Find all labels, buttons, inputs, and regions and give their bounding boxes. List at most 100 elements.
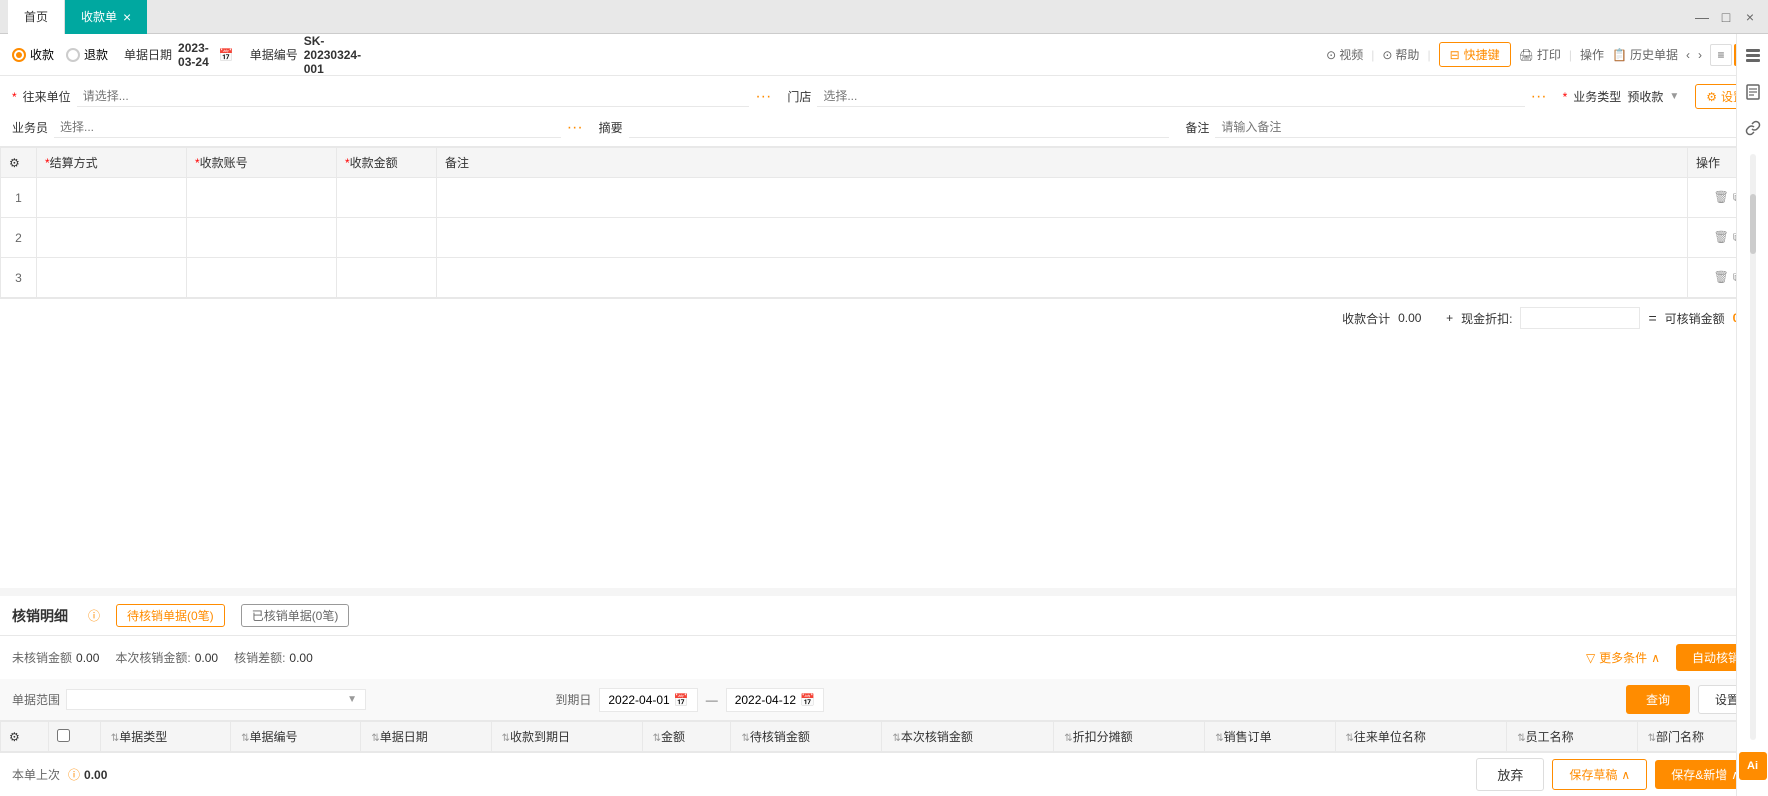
row-num: 3 <box>1 258 37 298</box>
sort-icon: ⇅ <box>1215 733 1223 744</box>
account-cell[interactable] <box>187 258 337 298</box>
staff-more-btn[interactable]: ··· <box>567 119 583 137</box>
store-label: 门店 <box>787 88 811 105</box>
remark-cell[interactable] <box>437 178 1688 218</box>
verification-title: 核销明细 <box>12 606 68 626</box>
current-label: 本次核销金额: <box>115 649 190 666</box>
tab-receipt[interactable]: 收款单 × <box>65 0 147 34</box>
remark-cell[interactable] <box>437 258 1688 298</box>
operate-btn[interactable]: 操作 <box>1580 46 1604 63</box>
range-select[interactable]: ▼ <box>66 689 366 710</box>
discard-btn[interactable]: 放弃 <box>1476 758 1544 791</box>
staff-input[interactable] <box>54 117 561 138</box>
video-icon: ⊙ <box>1326 48 1336 62</box>
settlement-cell[interactable] <box>37 218 187 258</box>
remark-cell[interactable] <box>437 218 1688 258</box>
store-more-btn[interactable]: ··· <box>1531 88 1547 106</box>
col-settings-header[interactable]: ⚙ <box>1 148 37 178</box>
tab-bar: 首页 收款单 × — □ × <box>0 0 1768 34</box>
settlement-cell[interactable] <box>37 258 187 298</box>
main-content: 收款 退款 单据日期 2023-03-24 📅 单据编号 SK-20230324… <box>0 34 1768 796</box>
sidebar-link-icon[interactable] <box>1739 114 1767 142</box>
table-row: 1 🗑 ⧉ <box>1 178 1768 218</box>
print-label: 打印 <box>1537 46 1561 63</box>
filter-icon: ▽ <box>1586 651 1595 665</box>
sidebar-table-icon[interactable] <box>1739 42 1767 70</box>
save-new-label: 保存&新增 <box>1671 766 1727 783</box>
amount-cell[interactable] <box>337 178 437 218</box>
history-btn[interactable]: 📋 历史单据 <box>1612 46 1678 63</box>
right-sidebar: Ai <box>1736 34 1768 796</box>
form-row-1: * 往来单位 ··· 门店 ··· * 业务类型 预收款 ▼ ⚙ 设置 <box>12 84 1756 109</box>
results-col-settings-header[interactable]: ⚙ <box>1 722 49 752</box>
store-input[interactable] <box>817 86 1524 107</box>
summary-label: 摘要 <box>599 119 623 136</box>
receipt-type-group: 收款 退款 <box>12 46 108 63</box>
account-cell[interactable] <box>187 218 337 258</box>
shortcut-btn[interactable]: ⊟ 快捷键 <box>1439 42 1511 67</box>
sort-icon: ⇅ <box>371 733 379 744</box>
sort-icon: ⇅ <box>892 733 900 744</box>
business-label: 业务类型 <box>1573 88 1621 105</box>
more-conditions-btn[interactable]: ▽ 更多条件 ∧ <box>1586 649 1660 666</box>
video-label: 视频 <box>1339 46 1363 63</box>
calendar-icon[interactable]: 📅 <box>219 48 234 62</box>
select-all-checkbox[interactable] <box>57 729 70 742</box>
staff-field: 业务员 ··· <box>12 117 583 138</box>
note-input[interactable] <box>1215 117 1756 138</box>
results-col-checkbox-header[interactable] <box>48 722 100 752</box>
footer-label: 本单上次 <box>12 766 60 783</box>
history-label: 历史单据 <box>1630 46 1678 63</box>
diff-amount: 核销差额: 0.00 <box>234 649 313 666</box>
tab-home[interactable]: 首页 <box>8 0 65 34</box>
customer-more-btn[interactable]: ··· <box>755 88 771 106</box>
tab-close-icon[interactable]: × <box>123 0 131 34</box>
delete-icon[interactable]: 🗑 <box>1714 270 1729 285</box>
save-draft-chevron: ∧ <box>1621 768 1630 782</box>
radio-receipt[interactable]: 收款 <box>12 46 54 63</box>
results-col-customer-header: ⇅往来单位名称 <box>1335 722 1507 752</box>
sidebar-doc-icon[interactable] <box>1739 78 1767 106</box>
video-btn[interactable]: ⊙ 视频 <box>1326 46 1363 63</box>
search-btn[interactable]: 查询 <box>1626 685 1690 714</box>
print-btn[interactable]: 🖨 打印 <box>1519 46 1561 63</box>
date-label: 单据日期 <box>124 46 172 63</box>
verification-section: 核销明细 ⓘ 待核销单据(0笔) 已核销单据(0笔) 未核销金额 0.00 本次… <box>0 596 1768 752</box>
results-col-pending-header: ⇅待核销金额 <box>731 722 882 752</box>
amount-cell[interactable] <box>337 258 437 298</box>
prev-btn[interactable]: ‹ <box>1686 48 1690 62</box>
business-chevron-icon[interactable]: ▼ <box>1669 91 1679 102</box>
business-required: * <box>1563 90 1568 104</box>
date-to-input[interactable]: 2022-04-12 📅 <box>726 688 824 712</box>
discount-input[interactable] <box>1520 307 1640 329</box>
history-icon: 📋 <box>1612 48 1627 62</box>
plus-sign: + <box>1446 311 1453 325</box>
footer: 本单上次 ⓘ 0.00 放弃 保存草稿 ∧ 保存&新增 ∧ <box>0 752 1768 796</box>
settlement-cell[interactable] <box>37 178 187 218</box>
help-btn[interactable]: ⊙ 帮助 <box>1382 46 1419 63</box>
footer-info-icon[interactable]: ⓘ <box>68 766 80 783</box>
save-draft-btn[interactable]: 保存草稿 ∧ <box>1552 759 1647 790</box>
next-btn[interactable]: › <box>1698 48 1702 62</box>
print-icon: 🖨 <box>1519 48 1534 62</box>
minimize-button[interactable]: — <box>1692 7 1712 27</box>
table-row: 3 🗑 ⧉ <box>1 258 1768 298</box>
summary-input[interactable] <box>629 117 1170 138</box>
verification-info-icon[interactable]: ⓘ <box>88 607 100 624</box>
business-value: 预收款 <box>1627 88 1663 105</box>
amount-cell[interactable] <box>337 218 437 258</box>
radio-refund[interactable]: 退款 <box>66 46 108 63</box>
sort-icon: ⇅ <box>1517 733 1525 744</box>
customer-input[interactable] <box>77 86 750 107</box>
date-from-input[interactable]: 2022-04-01 📅 <box>599 688 697 712</box>
verified-btn[interactable]: 已核销单据(0笔) <box>241 604 350 627</box>
list-view-icon[interactable]: ≡ <box>1710 44 1732 66</box>
pending-btn[interactable]: 待核销单据(0笔) <box>116 604 225 627</box>
close-button[interactable]: × <box>1740 7 1760 27</box>
maximize-button[interactable]: □ <box>1716 7 1736 27</box>
delete-icon[interactable]: 🗑 <box>1714 190 1729 205</box>
toolbar-actions: ⊙ 视频 | ⊙ 帮助 | ⊟ 快捷键 🖨 打印 | 操作 📋 <box>1326 42 1756 67</box>
delete-icon[interactable]: 🗑 <box>1714 230 1729 245</box>
sidebar-ai-icon[interactable]: Ai <box>1739 752 1767 780</box>
account-cell[interactable] <box>187 178 337 218</box>
